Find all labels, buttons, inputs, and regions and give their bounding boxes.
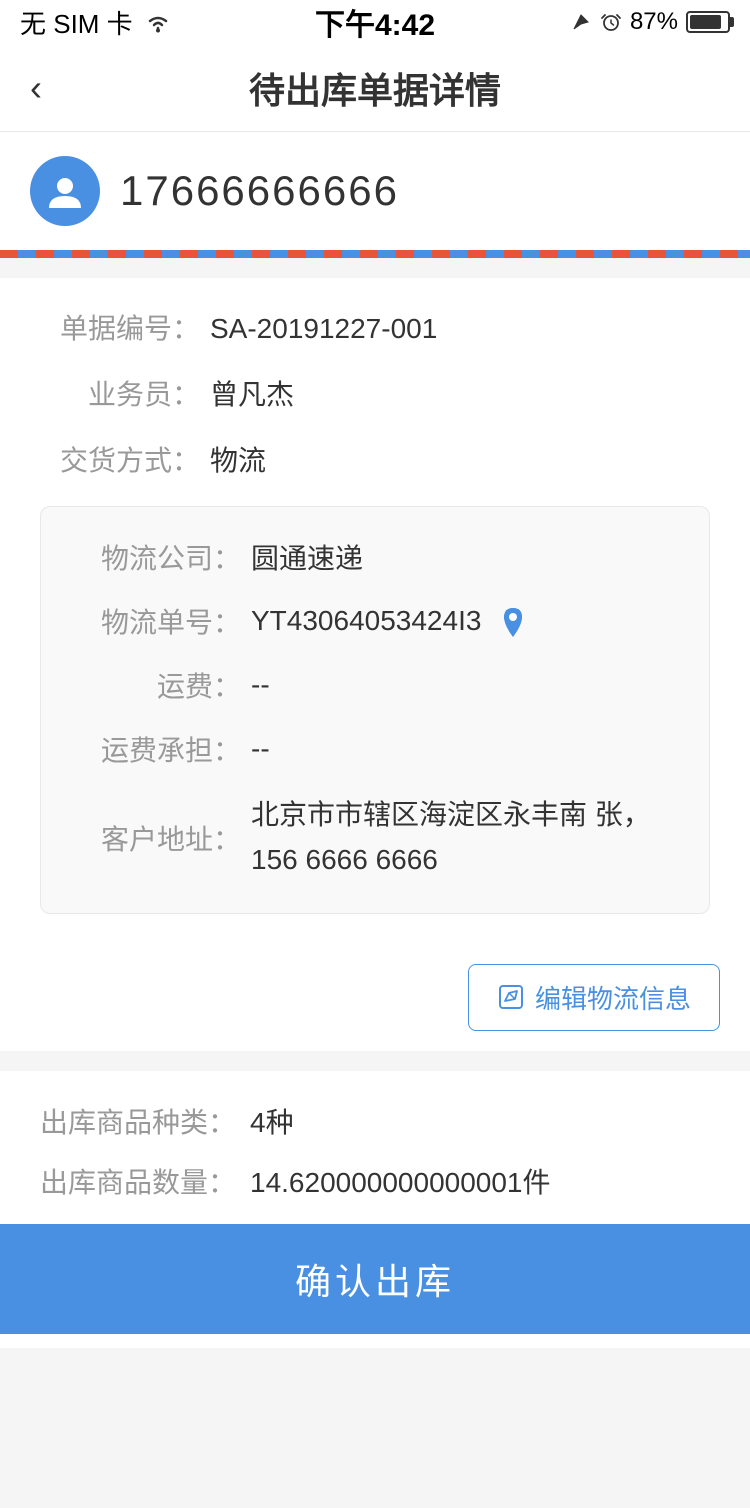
freight-bear-row: 运费承担： -- xyxy=(81,729,669,769)
page-title: 待出库单据详情 xyxy=(249,62,501,114)
goods-quantity-row: 出库商品数量： 14.620000000000001件 xyxy=(40,1161,710,1201)
tracking-label: 物流单号： xyxy=(81,601,241,641)
delivery-value: 物流 xyxy=(210,440,710,482)
edit-logistics-button[interactable]: 编辑物流信息 xyxy=(468,964,720,1031)
delivery-row: 交货方式： 物流 xyxy=(40,440,710,482)
status-time: 下午4:42 xyxy=(315,0,435,44)
order-number-row: 单据编号： SA-20191227-001 xyxy=(40,308,710,350)
freight-label: 运费： xyxy=(81,665,241,705)
order-info-section: 单据编号： SA-20191227-001 业务员： 曾凡杰 交货方式： 物流 … xyxy=(0,278,750,944)
freight-row: 运费： -- xyxy=(81,665,669,705)
customer-section: 17666666666 xyxy=(0,132,750,250)
logistics-card: 物流公司： 圆通速递 物流单号： YT43064053424I3 运费： - xyxy=(40,506,710,914)
wifi-icon xyxy=(143,11,173,33)
edit-btn-row: 编辑物流信息 xyxy=(0,944,750,1051)
logistics-company-row: 物流公司： 圆通速递 xyxy=(81,537,669,577)
order-number-value: SA-20191227-001 xyxy=(210,308,710,350)
tracking-row: 物流单号： YT43064053424I3 xyxy=(81,601,669,641)
carrier-text: 无 SIM 卡 xyxy=(20,4,133,41)
back-button[interactable]: ‹ xyxy=(30,67,42,109)
address-value: 北京市市辖区海淀区永丰南 张，156 6666 6666 xyxy=(251,793,669,883)
freight-value: -- xyxy=(251,669,669,701)
tracking-value-row: YT43064053424I3 xyxy=(241,603,531,639)
user-icon xyxy=(44,170,86,212)
location-arrow-icon xyxy=(570,11,592,33)
goods-section: 出库商品种类： 4种 出库商品数量： 14.620000000000001件 xyxy=(0,1071,750,1241)
logistics-company-label: 物流公司： xyxy=(81,537,241,577)
customer-phone: 17666666666 xyxy=(120,167,399,215)
goods-type-value: 4种 xyxy=(250,1101,294,1141)
alarm-icon xyxy=(600,11,622,33)
nav-bar: ‹ 待出库单据详情 xyxy=(0,44,750,132)
edit-icon xyxy=(497,983,525,1011)
salesperson-label: 业务员： xyxy=(40,374,200,416)
goods-type-label: 出库商品种类： xyxy=(40,1101,240,1141)
bottom-spacer xyxy=(0,1348,750,1508)
status-bar: 无 SIM 卡 下午4:42 87% xyxy=(0,0,750,44)
freight-bear-label: 运费承担： xyxy=(81,729,241,769)
freight-bear-value: -- xyxy=(251,733,669,765)
separator-1 xyxy=(0,1051,750,1071)
status-left: 无 SIM 卡 xyxy=(20,4,173,41)
goods-quantity-value: 14.620000000000001件 xyxy=(250,1161,551,1201)
goods-type-row: 出库商品种类： 4种 xyxy=(40,1101,710,1141)
battery-icon xyxy=(686,11,730,33)
goods-quantity-label: 出库商品数量： xyxy=(40,1161,240,1201)
avatar xyxy=(30,156,100,226)
map-pin-icon[interactable] xyxy=(495,603,531,639)
delivery-label: 交货方式： xyxy=(40,440,200,482)
battery-percent: 87% xyxy=(630,8,678,36)
dashed-divider xyxy=(0,250,750,258)
confirm-outbound-button[interactable]: 确认出库 xyxy=(0,1224,750,1334)
salesperson-value: 曾凡杰 xyxy=(210,374,710,416)
edit-btn-label: 编辑物流信息 xyxy=(535,979,691,1016)
address-row: 客户地址： 北京市市辖区海淀区永丰南 张，156 6666 6666 xyxy=(81,793,669,883)
order-number-label: 单据编号： xyxy=(40,308,200,350)
confirm-btn-label: 确认出库 xyxy=(295,1253,455,1305)
status-right: 87% xyxy=(570,8,730,36)
logistics-company-value: 圆通速递 xyxy=(251,537,669,577)
salesperson-row: 业务员： 曾凡杰 xyxy=(40,374,710,416)
address-label: 客户地址： xyxy=(81,818,241,858)
tracking-number: YT43064053424I3 xyxy=(251,605,481,637)
